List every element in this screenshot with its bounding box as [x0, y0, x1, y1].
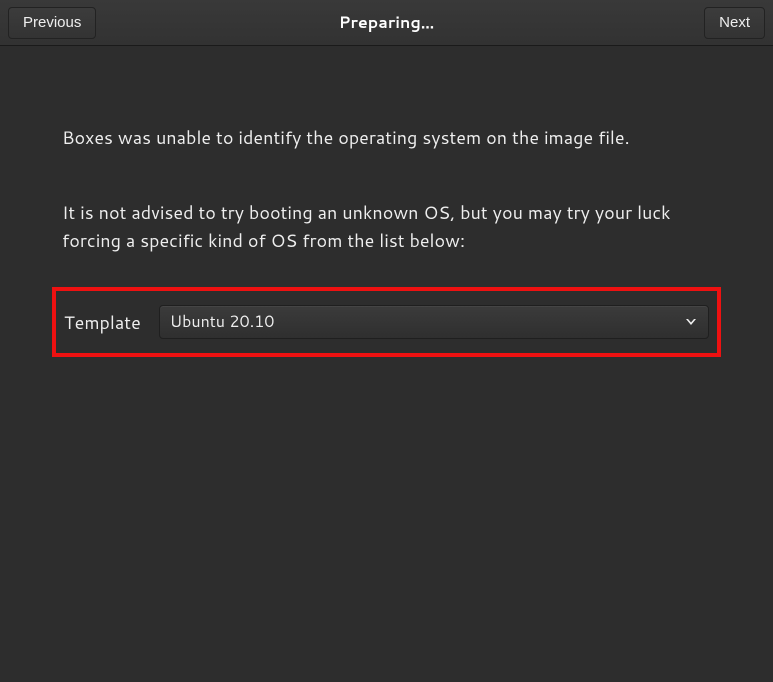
previous-button-label: Previous [23, 14, 81, 31]
next-button[interactable]: Next [704, 7, 765, 39]
header-bar: Previous Preparing… Next [0, 0, 773, 46]
message-primary: Boxes was unable to identify the operati… [62, 124, 711, 151]
message-secondary: It is not advised to try booting an unkn… [62, 199, 711, 255]
content-area: Boxes was unable to identify the operati… [0, 46, 773, 357]
template-label: Template [64, 309, 141, 335]
template-row-highlight: Template Ubuntu 20.10 [52, 287, 721, 357]
page-title: Preparing… [339, 11, 435, 34]
next-button-label: Next [719, 14, 750, 31]
previous-button[interactable]: Previous [8, 7, 96, 39]
template-dropdown-value: Ubuntu 20.10 [170, 310, 275, 333]
chevron-down-icon [684, 315, 698, 329]
template-dropdown[interactable]: Ubuntu 20.10 [159, 305, 709, 339]
